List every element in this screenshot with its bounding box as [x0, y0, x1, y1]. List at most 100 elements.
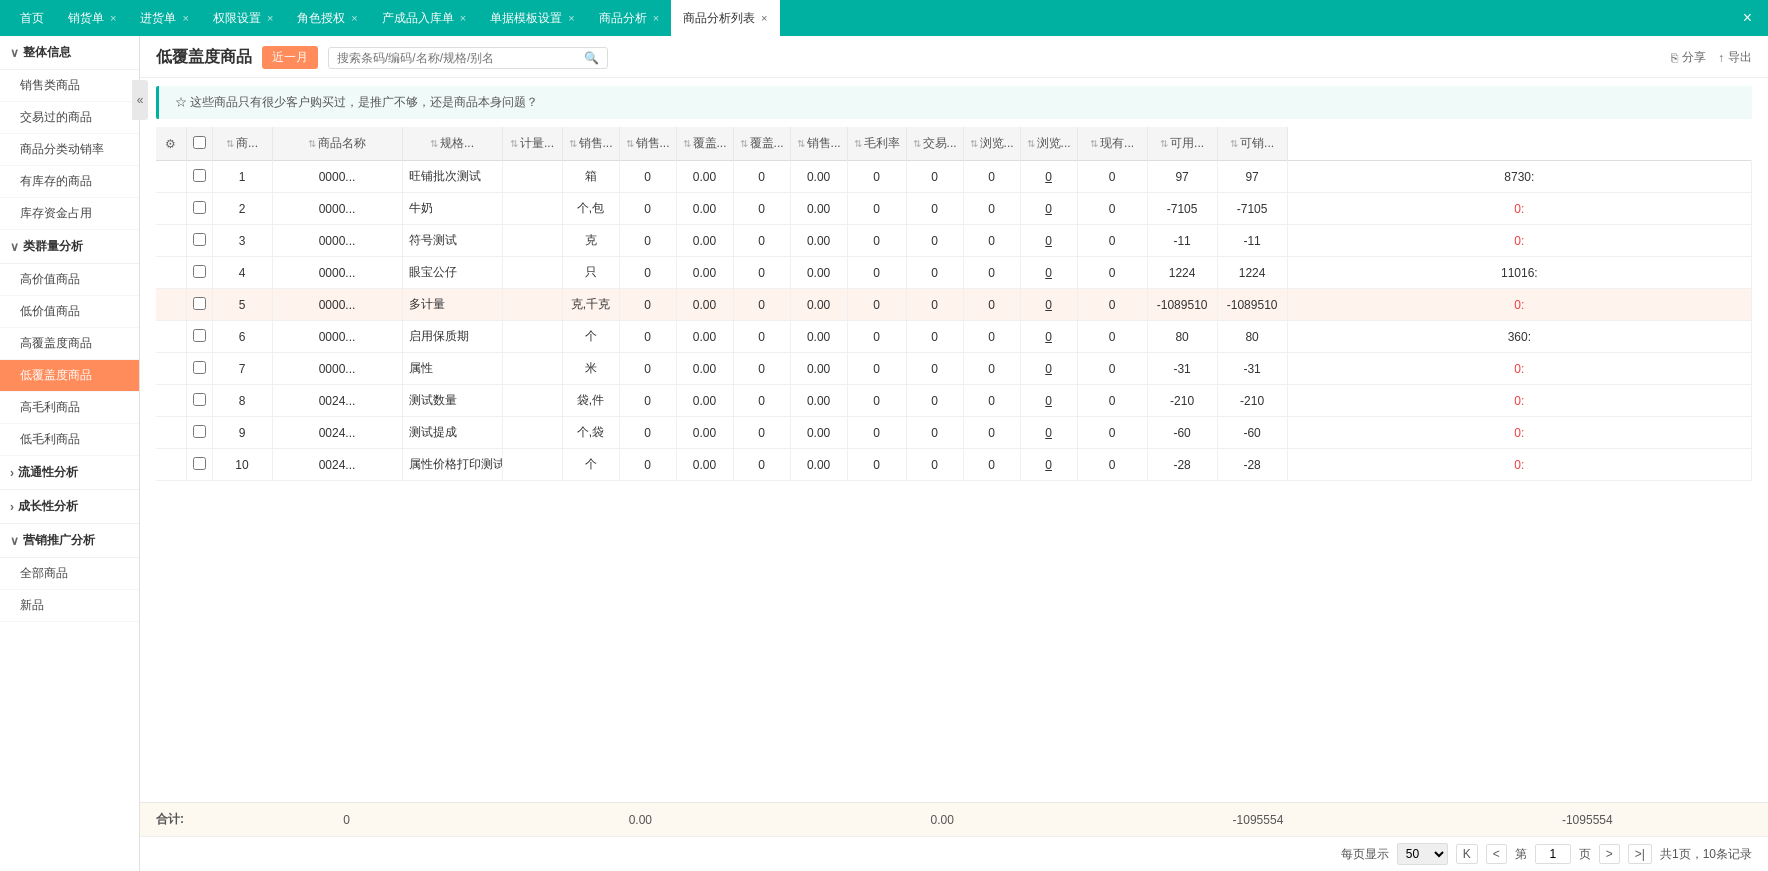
sidebar-item-stock-goods[interactable]: 有库存的商品	[0, 166, 139, 198]
row-spec	[502, 257, 562, 289]
row-coverage2: 0.00	[790, 321, 847, 353]
row-coverage1: 0	[733, 449, 790, 481]
row-checkbox[interactable]	[186, 385, 212, 417]
sidebar-section-cluster[interactable]: ∨ 类群量分析	[0, 230, 139, 264]
nav-permissions[interactable]: 权限设置 ×	[201, 0, 285, 36]
time-filter-button[interactable]: 近一月	[262, 46, 318, 69]
row-no: 1	[212, 161, 272, 193]
sidebar-item-category-rate[interactable]: 商品分类动销率	[0, 134, 139, 166]
nav-sales-order[interactable]: 销货单 ×	[56, 0, 128, 36]
sidebar-section-marketing[interactable]: ∨ 营销推广分析	[0, 524, 139, 558]
row-checkbox[interactable]	[186, 289, 212, 321]
col-spec[interactable]: ⇅规格...	[402, 127, 502, 161]
nav-purchase-order[interactable]: 进货单 ×	[128, 0, 200, 36]
row-checkbox[interactable]	[186, 353, 212, 385]
col-sales-qty[interactable]: ⇅销售...	[562, 127, 619, 161]
col-view1[interactable]: ⇅浏览...	[963, 127, 1020, 161]
col-coverage1[interactable]: ⇅覆盖...	[676, 127, 733, 161]
row-spec	[502, 321, 562, 353]
table-row: 6 0000... 启用保质期 个 0 0.00 0 0.00 0 0 0 0 …	[156, 321, 1752, 353]
last-page-button[interactable]: >|	[1628, 844, 1652, 864]
row-current: -31	[1147, 353, 1217, 385]
sidebar-item-high-margin[interactable]: 高毛利商品	[0, 392, 139, 424]
search-input[interactable]	[337, 51, 584, 65]
sidebar-section-overall[interactable]: ∨ 整体信息	[0, 36, 139, 70]
row-view1[interactable]: 0	[1020, 161, 1077, 193]
sidebar-item-low-margin[interactable]: 低毛利商品	[0, 424, 139, 456]
col-available[interactable]: ⇅可用...	[1147, 127, 1217, 161]
row-gross-rate: 0	[906, 449, 963, 481]
col-name[interactable]: ⇅商品名称	[272, 127, 402, 161]
sidebar-item-high-coverage[interactable]: 高覆盖度商品	[0, 328, 139, 360]
nav-home[interactable]: 首页	[8, 0, 56, 36]
row-sales-rate: 0	[847, 289, 906, 321]
nav-template-settings-close[interactable]: ×	[568, 12, 574, 24]
nav-product-analysis[interactable]: 商品分析 ×	[587, 0, 671, 36]
row-view1[interactable]: 0	[1020, 225, 1077, 257]
sidebar-item-sales-goods[interactable]: 销售类商品	[0, 70, 139, 102]
row-view1[interactable]: 0	[1020, 257, 1077, 289]
sidebar-section-flow[interactable]: › 流通性分析	[0, 456, 139, 490]
col-coverage2[interactable]: ⇅覆盖...	[733, 127, 790, 161]
row-view1[interactable]: 0	[1020, 193, 1077, 225]
export-button[interactable]: ↑ 导出	[1718, 49, 1752, 66]
sidebar-item-stock-capital[interactable]: 库存资金占用	[0, 198, 139, 230]
row-current: 97	[1147, 161, 1217, 193]
nav-role-auth[interactable]: 角色授权 ×	[285, 0, 369, 36]
row-checkbox[interactable]	[186, 449, 212, 481]
col-sales-rate[interactable]: ⇅销售...	[790, 127, 847, 161]
col-view2[interactable]: ⇅浏览...	[1020, 127, 1077, 161]
nav-product-analysis-list[interactable]: 商品分析列表 ×	[671, 0, 779, 36]
col-unit[interactable]: ⇅计量...	[502, 127, 562, 161]
nav-permissions-close[interactable]: ×	[267, 12, 273, 24]
page-number-input[interactable]	[1535, 844, 1571, 864]
col-trade[interactable]: ⇅交易...	[906, 127, 963, 161]
next-page-button[interactable]: >	[1599, 844, 1620, 864]
row-current: 80	[1147, 321, 1217, 353]
prev-page-button[interactable]: <	[1486, 844, 1507, 864]
sidebar-item-low-coverage[interactable]: 低覆盖度商品	[0, 360, 139, 392]
share-button[interactable]: ⎘ 分享	[1671, 49, 1706, 66]
row-view1[interactable]: 0	[1020, 449, 1077, 481]
row-view1[interactable]: 0	[1020, 417, 1077, 449]
col-sellable[interactable]: ⇅可销...	[1217, 127, 1287, 161]
nav-template-settings[interactable]: 单据模板设置 ×	[478, 0, 586, 36]
row-checkbox[interactable]	[186, 225, 212, 257]
gear-icon[interactable]: ⚙	[165, 137, 176, 151]
sidebar-section-growth[interactable]: › 成长性分析	[0, 490, 139, 524]
nav-role-auth-close[interactable]: ×	[351, 12, 357, 24]
row-view1[interactable]: 0	[1020, 289, 1077, 321]
sidebar-item-high-value[interactable]: 高价值商品	[0, 264, 139, 296]
row-spec	[502, 353, 562, 385]
row-checkbox[interactable]	[186, 417, 212, 449]
nav-product-warehouse-close[interactable]: ×	[460, 12, 466, 24]
row-view1[interactable]: 0	[1020, 385, 1077, 417]
sidebar-item-all-goods[interactable]: 全部商品	[0, 558, 139, 590]
col-sales-amt[interactable]: ⇅销售...	[619, 127, 676, 161]
row-checkbox[interactable]	[186, 161, 212, 193]
window-close-button[interactable]: ×	[1735, 9, 1760, 27]
row-view1[interactable]: 0	[1020, 353, 1077, 385]
col-code[interactable]: ⇅商...	[212, 127, 272, 161]
select-all-checkbox[interactable]	[193, 136, 206, 149]
sidebar-item-new-goods[interactable]: 新品	[0, 590, 139, 622]
sidebar-item-traded-goods[interactable]: 交易过的商品	[0, 102, 139, 134]
sidebar-item-low-value[interactable]: 低价值商品	[0, 296, 139, 328]
row-checkbox[interactable]	[186, 257, 212, 289]
nav-product-analysis-list-close[interactable]: ×	[761, 12, 767, 24]
row-view1[interactable]: 0	[1020, 321, 1077, 353]
row-coverage1: 0	[733, 257, 790, 289]
nav-purchase-order-close[interactable]: ×	[182, 12, 188, 24]
nav-product-analysis-close[interactable]: ×	[653, 12, 659, 24]
nav-sales-order-close[interactable]: ×	[110, 12, 116, 24]
sidebar-collapse-button[interactable]: «	[132, 80, 148, 120]
page-size-select[interactable]: 50 100 200	[1397, 843, 1448, 865]
col-gross-rate[interactable]: ⇅毛利率	[847, 127, 906, 161]
row-checkbox[interactable]	[186, 321, 212, 353]
col-current[interactable]: ⇅现有...	[1077, 127, 1147, 161]
row-available: -31	[1217, 353, 1287, 385]
nav-product-warehouse[interactable]: 产成品入库单 ×	[370, 0, 478, 36]
first-page-button[interactable]: K	[1456, 844, 1478, 864]
row-checkbox[interactable]	[186, 193, 212, 225]
row-trade: 0	[963, 449, 1020, 481]
